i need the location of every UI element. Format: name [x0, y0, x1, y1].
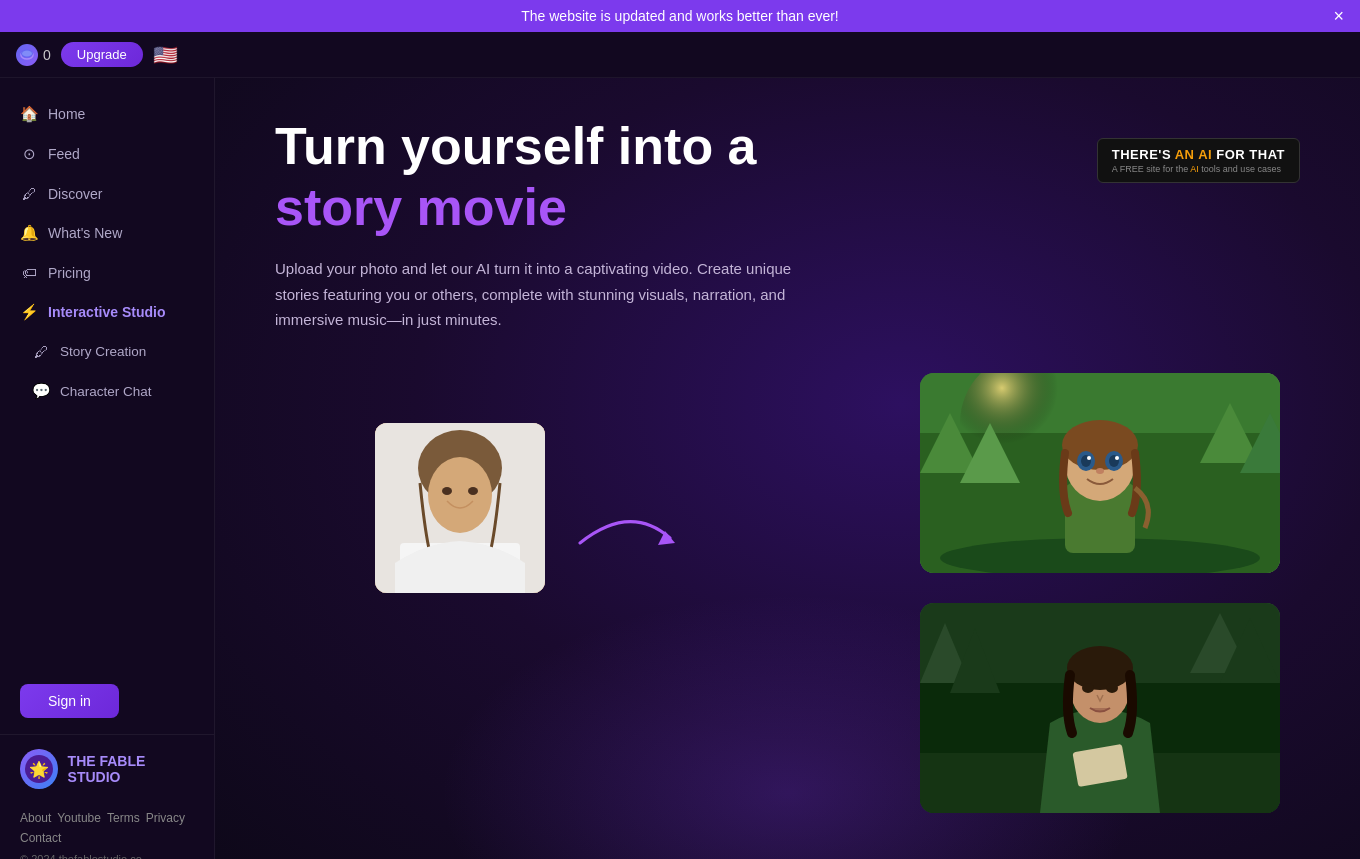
footer-link-about[interactable]: About — [20, 811, 51, 825]
sidebar-item-label: Feed — [48, 146, 80, 162]
interactive-studio-icon: ⚡ — [20, 303, 38, 321]
svg-point-10 — [468, 487, 478, 495]
sidebar-item-story-creation[interactable]: 🖊 Story Creation — [0, 332, 214, 371]
top-bar: 0 Upgrade 🇺🇸 — [0, 32, 1360, 78]
result-top-image — [920, 373, 1280, 573]
credits-icon — [16, 44, 38, 66]
sidebar-item-label: Story Creation — [60, 344, 146, 359]
pricing-icon: 🏷 — [20, 264, 38, 281]
sidebar-item-label: Interactive Studio — [48, 304, 165, 320]
brand-name-part1: THE FABLE — [68, 753, 146, 769]
hero-description: Upload your photo and let our AI turn it… — [275, 256, 795, 333]
footer-link-terms[interactable]: Terms — [107, 811, 140, 825]
sidebar-item-label: Discover — [48, 186, 102, 202]
svg-point-7 — [428, 457, 492, 533]
sign-in-area: Sign in — [0, 668, 214, 734]
svg-text:🌟: 🌟 — [29, 760, 49, 779]
svg-point-25 — [1096, 468, 1104, 474]
images-section — [275, 373, 1300, 853]
story-creation-icon: 🖊 — [32, 343, 50, 360]
source-photo — [375, 423, 545, 593]
sidebar-copyright: © 2024 thefablestudio.co — [0, 849, 214, 859]
ai-badge-sub: A FREE site for the AI tools and use cas… — [1112, 164, 1285, 174]
photo-woman-image — [375, 423, 545, 593]
sidebar-nav: 🏠 Home ⊙ Feed 🖊 Discover 🔔 What's New 🏷 … — [0, 94, 214, 668]
main-content: there's AN AI For That A FREE site for t… — [215, 78, 1360, 859]
ai-badge-content: there's AN AI For That A FREE site for t… — [1112, 147, 1285, 174]
ai-badge-text: there's AN AI For That — [1112, 147, 1285, 162]
transform-arrow — [570, 493, 690, 577]
sign-in-button[interactable]: Sign in — [20, 684, 119, 718]
sidebar-item-pricing[interactable]: 🏷 Pricing — [0, 253, 214, 292]
upgrade-button[interactable]: Upgrade — [61, 42, 143, 67]
home-icon: 🏠 — [20, 105, 38, 123]
svg-point-31 — [1082, 683, 1094, 693]
sidebar: 🏠 Home ⊙ Feed 🖊 Discover 🔔 What's New 🏷 … — [0, 78, 215, 859]
footer-link-contact[interactable]: Contact — [20, 831, 61, 845]
result-bottom-image — [920, 603, 1280, 813]
sidebar-item-interactive-studio[interactable]: ⚡ Interactive Studio — [0, 292, 214, 332]
sidebar-item-character-chat[interactable]: 💬 Character Chat — [0, 371, 214, 411]
announcement-banner: The website is updated and works better … — [0, 0, 1360, 32]
sidebar-brand: 🌟 THE FABLE STUDIO — [0, 734, 214, 803]
brand-name-part2: STUDIO — [68, 769, 121, 785]
brand-name: THE FABLE STUDIO — [68, 753, 194, 785]
svg-point-18 — [1062, 420, 1138, 470]
svg-point-2 — [22, 50, 32, 56]
brand-avatar: 🌟 — [20, 749, 58, 789]
svg-point-9 — [442, 487, 452, 495]
announcement-text: The website is updated and works better … — [521, 8, 839, 24]
discover-icon: 🖊 — [20, 185, 38, 202]
announcement-close-button[interactable]: × — [1333, 7, 1344, 25]
svg-point-30 — [1067, 646, 1133, 690]
sidebar-item-label: Pricing — [48, 265, 91, 281]
svg-point-32 — [1106, 683, 1118, 693]
sidebar-item-label: Character Chat — [60, 384, 152, 399]
hero-heading-colored: story movie — [275, 179, 1300, 236]
ai-badge: there's AN AI For That A FREE site for t… — [1097, 138, 1300, 183]
svg-point-24 — [1115, 456, 1119, 460]
feed-icon: ⊙ — [20, 145, 38, 163]
svg-point-23 — [1087, 456, 1091, 460]
sidebar-item-label: Home — [48, 106, 85, 122]
credits-count: 0 — [43, 47, 51, 63]
credits-badge: 0 — [16, 44, 51, 66]
footer-link-youtube[interactable]: Youtube — [57, 811, 101, 825]
main-layout: 🏠 Home ⊙ Feed 🖊 Discover 🔔 What's New 🏷 … — [0, 78, 1360, 859]
sidebar-footer-links: About Youtube Terms Privacy Contact — [0, 803, 214, 849]
whats-new-icon: 🔔 — [20, 224, 38, 242]
sidebar-item-whats-new[interactable]: 🔔 What's New — [0, 213, 214, 253]
sidebar-item-home[interactable]: 🏠 Home — [0, 94, 214, 134]
sidebar-item-label: What's New — [48, 225, 122, 241]
character-chat-icon: 💬 — [32, 382, 50, 400]
sidebar-item-feed[interactable]: ⊙ Feed — [0, 134, 214, 174]
footer-link-privacy[interactable]: Privacy — [146, 811, 185, 825]
sidebar-item-discover[interactable]: 🖊 Discover — [0, 174, 214, 213]
language-flag-button[interactable]: 🇺🇸 — [153, 43, 178, 67]
svg-marker-11 — [658, 531, 675, 545]
